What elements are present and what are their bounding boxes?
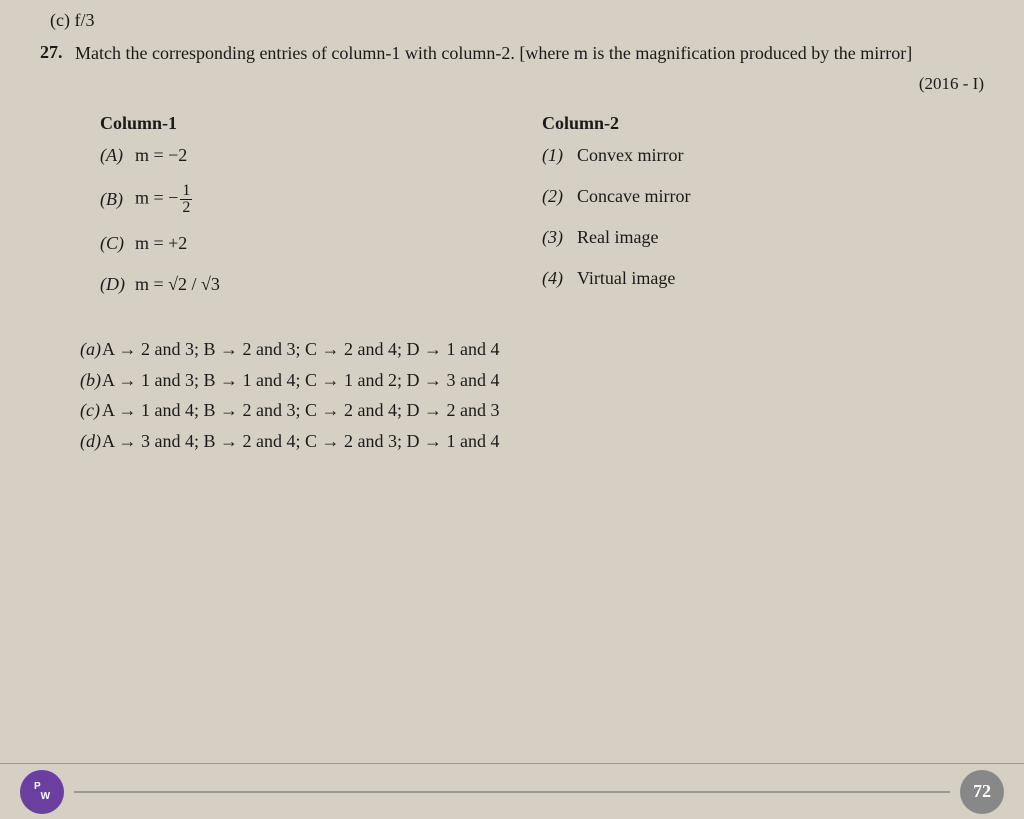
column1-row-b: (B) m = − 1 2 <box>100 183 542 216</box>
year-tag: (2016 - I) <box>75 70 984 97</box>
bottom-bar: PW 72 <box>0 763 1024 819</box>
column1-block: Column-1 (A) m = −2 (B) m = − 1 2 <box>100 113 542 312</box>
answer-text-c: A → 1 and 4; B → 2 and 3; C → 2 and 4; D… <box>102 395 984 426</box>
answer-label-a: (a) <box>80 334 102 365</box>
col1-label-c: (C) <box>100 230 135 257</box>
answer-text-a: A → 2 and 3; B → 2 and 3; C → 2 and 4; D… <box>102 334 984 365</box>
col2-label-4: (4) <box>542 265 577 292</box>
denominator: 2 <box>180 200 192 216</box>
col2-content-1: Convex mirror <box>577 142 683 169</box>
answer-label-d: (d) <box>80 426 102 457</box>
col1-label-a: (A) <box>100 142 135 169</box>
col2-content-4: Virtual image <box>577 265 675 292</box>
question-number: 27. <box>40 39 75 67</box>
col1-content-a: m = −2 <box>135 142 187 169</box>
col1-content-b: m = − 1 2 <box>135 183 194 216</box>
prev-answer: (c) f/3 <box>40 10 984 31</box>
column1-row-c: (C) m = +2 <box>100 230 542 257</box>
numerator: 1 <box>180 183 192 200</box>
answer-row-d: (d) A → 3 and 4; B → 2 and 4; C → 2 and … <box>80 426 984 457</box>
page-container: (c) f/3 27. Match the corresponding entr… <box>0 0 1024 819</box>
column2-row-1: (1) Convex mirror <box>542 142 984 169</box>
column2-row-4: (4) Virtual image <box>542 265 984 292</box>
question-text: Match the corresponding entries of colum… <box>75 39 984 97</box>
col2-content-3: Real image <box>577 224 658 251</box>
fraction-half: 1 2 <box>180 183 192 216</box>
answer-row-a: (a) A → 2 and 3; B → 2 and 3; C → 2 and … <box>80 334 984 365</box>
answer-label-c: (c) <box>80 395 102 426</box>
column2-row-2: (2) Concave mirror <box>542 183 984 210</box>
col1-label-b: (B) <box>100 186 135 213</box>
page-number: 72 <box>960 770 1004 814</box>
pw-logo: PW <box>20 770 64 814</box>
col1-content-d: m = √2 / √3 <box>135 271 220 298</box>
answer-text-b: A → 1 and 3; B → 1 and 4; C → 1 and 2; D… <box>102 365 984 396</box>
answer-text-d: A → 3 and 4; B → 2 and 4; C → 2 and 3; D… <box>102 426 984 457</box>
col2-content-2: Concave mirror <box>577 183 690 210</box>
col1-content-c: m = +2 <box>135 230 187 257</box>
column1-row-a: (A) m = −2 <box>100 142 542 169</box>
question-header: 27. Match the corresponding entries of c… <box>40 39 984 97</box>
col2-label-3: (3) <box>542 224 577 251</box>
column2-header: Column-2 <box>542 113 984 134</box>
question-block: 27. Match the corresponding entries of c… <box>40 39 984 456</box>
column1-row-d: (D) m = √2 / √3 <box>100 271 542 298</box>
answer-row-b: (b) A → 1 and 3; B → 1 and 4; C → 1 and … <box>80 365 984 396</box>
col2-label-1: (1) <box>542 142 577 169</box>
question-line1: Match the corresponding entries of colum… <box>75 43 912 63</box>
pw-logo-text: PW <box>34 781 50 802</box>
answer-row-c: (c) A → 1 and 4; B → 2 and 3; C → 2 and … <box>80 395 984 426</box>
bottom-divider <box>74 791 950 793</box>
col2-label-2: (2) <box>542 183 577 210</box>
prev-answer-text: (c) f/3 <box>50 10 94 30</box>
column1-header: Column-1 <box>100 113 542 134</box>
table-section: Column-1 (A) m = −2 (B) m = − 1 2 <box>100 113 984 312</box>
answers-section: (a) A → 2 and 3; B → 2 and 3; C → 2 and … <box>80 334 984 456</box>
column2-row-3: (3) Real image <box>542 224 984 251</box>
column2-block: Column-2 (1) Convex mirror (2) Concave m… <box>542 113 984 312</box>
col1-label-d: (D) <box>100 271 135 298</box>
answer-label-b: (b) <box>80 365 102 396</box>
